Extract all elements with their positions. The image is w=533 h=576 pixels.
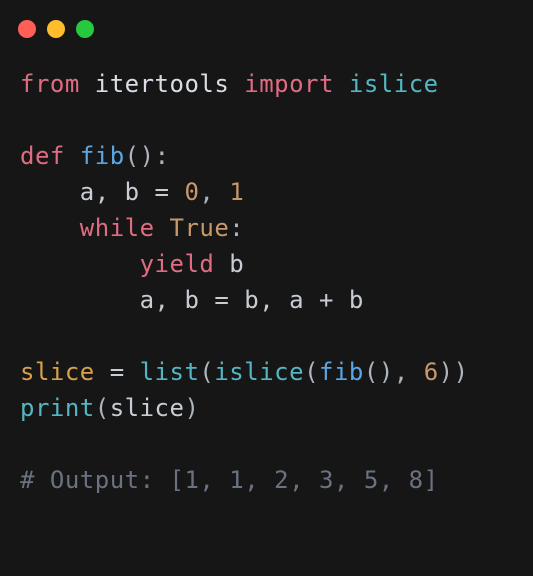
code-window: from itertools import islice def fib(): … [0, 0, 533, 576]
module-name: itertools [95, 70, 230, 98]
number-six: 6 [424, 358, 439, 386]
plus-op: + [304, 286, 349, 314]
equals: = [95, 358, 140, 386]
call-fib: fib [319, 358, 364, 386]
indent [20, 250, 140, 278]
equals: = [140, 178, 185, 206]
number-one: 1 [229, 178, 244, 206]
colon: : [229, 214, 244, 242]
indent [20, 178, 80, 206]
comma: , [199, 178, 229, 206]
arg-slice: slice [110, 394, 185, 422]
call-islice: islice [214, 358, 304, 386]
indent [20, 286, 140, 314]
lparen: ( [304, 358, 319, 386]
lparen: ( [199, 358, 214, 386]
lhs-vars: a, b [80, 178, 140, 206]
rhs-vars: b, a [244, 286, 304, 314]
lhs-vars: a, b [140, 286, 200, 314]
keyword-def: def [20, 142, 65, 170]
comment-output: # Output: [1, 1, 2, 3, 5, 8] [20, 466, 439, 494]
space [155, 214, 170, 242]
keyword-from: from [20, 70, 80, 98]
code-block: from itertools import islice def fib(): … [0, 48, 533, 516]
builtin-list: list [140, 358, 200, 386]
lparen: ( [95, 394, 110, 422]
close-icon[interactable] [18, 20, 36, 38]
keyword-while: while [80, 214, 155, 242]
rparens: )) [439, 358, 469, 386]
number-zero: 0 [184, 178, 199, 206]
rparen: ) [184, 394, 199, 422]
var-slice: slice [20, 358, 95, 386]
keyword-import: import [244, 70, 334, 98]
equals: = [199, 286, 244, 314]
space [214, 250, 229, 278]
function-name: fib [80, 142, 125, 170]
minimize-icon[interactable] [47, 20, 65, 38]
true-literal: True [170, 214, 230, 242]
var-b: b [229, 250, 244, 278]
indent [20, 214, 80, 242]
parens: () [364, 358, 394, 386]
var-b: b [349, 286, 364, 314]
builtin-print: print [20, 394, 95, 422]
window-titlebar [0, 0, 533, 48]
maximize-icon[interactable] [76, 20, 94, 38]
parens: (): [125, 142, 170, 170]
keyword-yield: yield [140, 250, 215, 278]
comma: , [394, 358, 424, 386]
import-name: islice [349, 70, 439, 98]
